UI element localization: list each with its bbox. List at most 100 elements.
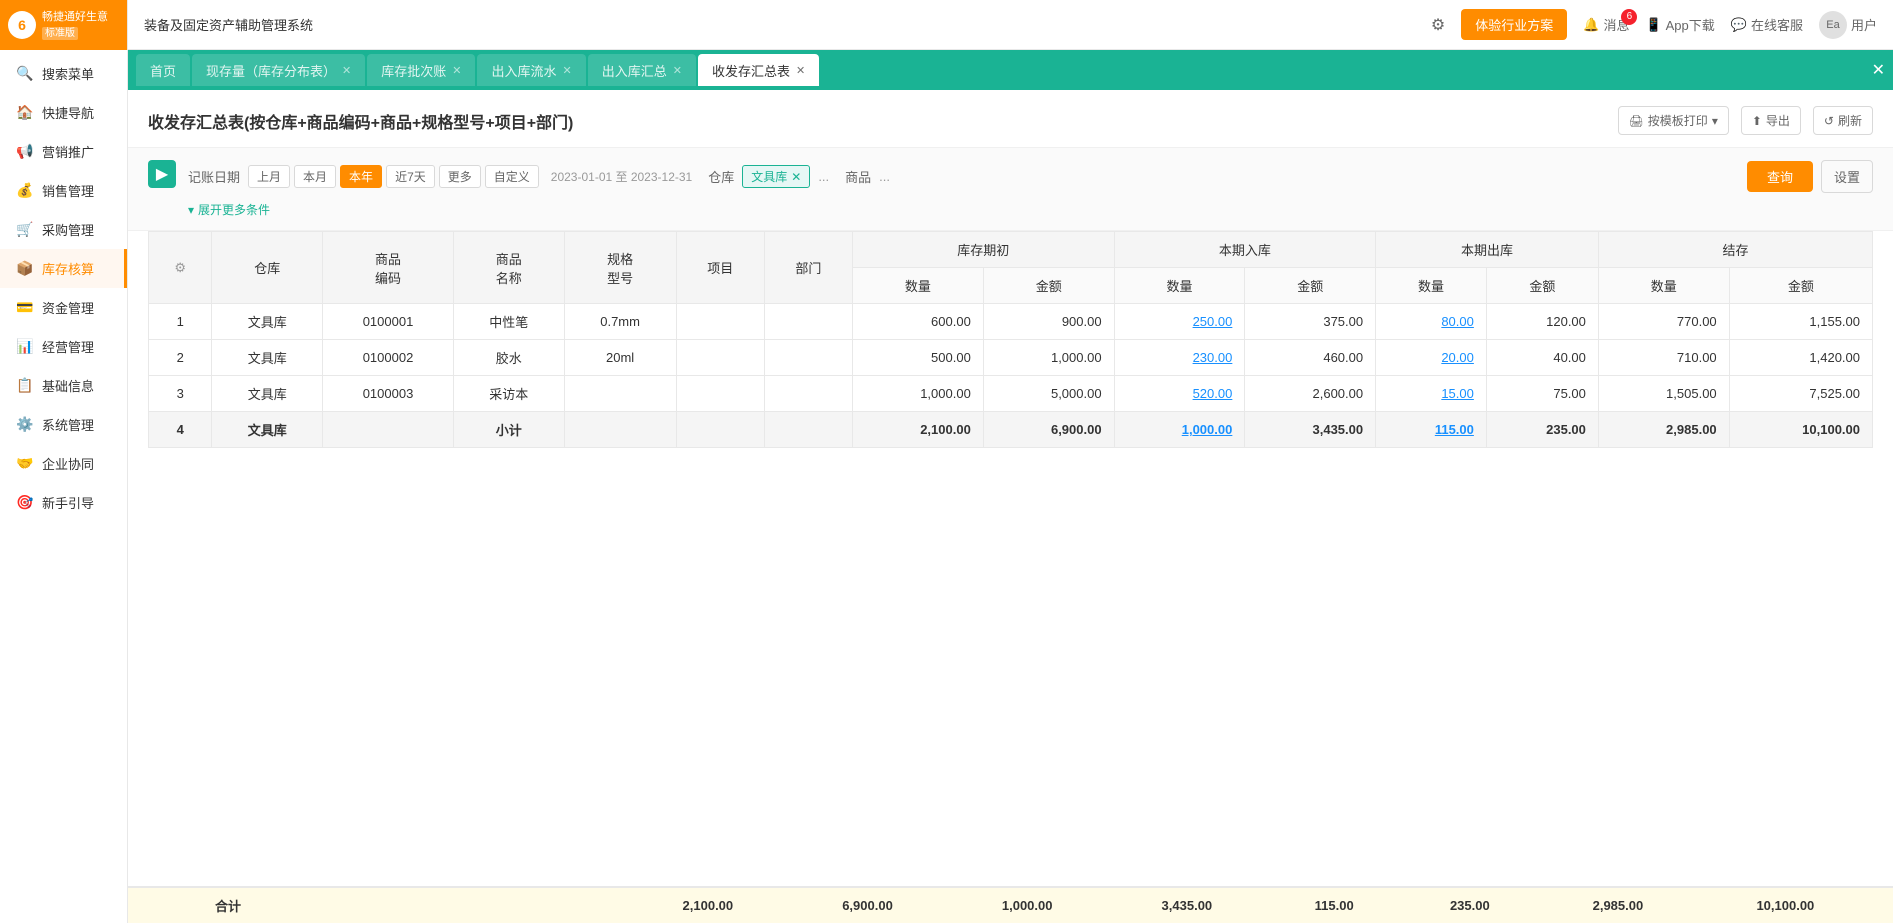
row-in-qty: 230.00	[1114, 340, 1245, 376]
expand-filter-button[interactable]: ▾ 展开更多条件	[188, 201, 1873, 218]
sidebar-item-inventory[interactable]: 📦 库存核算	[0, 249, 127, 288]
row-balance-qty: 770.00	[1598, 304, 1729, 340]
row-code: 0100002	[323, 340, 454, 376]
row-out-amt: 120.00	[1486, 304, 1598, 340]
warehouse-label: 仓库	[708, 167, 734, 186]
out-qty-link[interactable]: 80.00	[1441, 314, 1474, 329]
page-title: 收发存汇总表(按仓库+商品编码+商品+规格型号+项目+部门)	[148, 109, 573, 133]
tab-home[interactable]: 首页	[136, 54, 190, 86]
row-project	[676, 304, 764, 340]
col-settings-header: ⚙	[149, 232, 212, 304]
sidebar-item-label: 库存核算	[42, 259, 94, 278]
in-qty-link[interactable]: 230.00	[1193, 350, 1233, 365]
date-shortcut-上月[interactable]: 上月	[248, 165, 290, 188]
notification-button[interactable]: 🔔 消息 6	[1583, 15, 1629, 34]
date-shortcut-近7天[interactable]: 近7天	[386, 165, 435, 188]
date-shortcut-更多[interactable]: 更多	[439, 165, 481, 188]
total-in-amt: 3,435.00	[1107, 888, 1267, 923]
row-opening-amt: 5,000.00	[983, 376, 1114, 412]
sidebar-item-operation[interactable]: 📊经营管理	[0, 327, 127, 366]
row-out-qty: 20.00	[1376, 340, 1487, 376]
tab-close-stock-dist[interactable]: ✕	[342, 64, 351, 77]
settings-gear-button[interactable]: ⚙	[1431, 15, 1445, 35]
in-qty-link[interactable]: 250.00	[1193, 314, 1233, 329]
tab-inout-flow[interactable]: 出入库流水 ✕	[477, 54, 585, 86]
sidebar-item-purchase[interactable]: 🛒 采购管理	[0, 210, 127, 249]
date-filter: 记账日期 上月本月本年近7天更多自定义 2023-01-01 至 2023-12…	[188, 165, 692, 188]
col-spec-header: 规格型号	[564, 232, 676, 304]
out-qty-link[interactable]: 15.00	[1441, 386, 1474, 401]
sidebar-item-marketing[interactable]: 📢营销推广	[0, 132, 127, 171]
sidebar-item-label: 新手引导	[42, 493, 94, 512]
tab-inout-summary[interactable]: 出入库汇总 ✕	[588, 54, 696, 86]
tab-batch-account[interactable]: 库存批次账 ✕	[367, 54, 475, 86]
warehouse-tag-close-button[interactable]: ✕	[791, 170, 801, 184]
col-opening-header: 库存期初	[853, 232, 1115, 268]
row-no: 2	[149, 340, 212, 376]
in-qty-link[interactable]: 520.00	[1193, 386, 1233, 401]
app-download-label: App下载	[1666, 15, 1715, 34]
table-header-row: ⚙ 仓库 商品编码 商品名称 规格型号 项目 部门 库存期初 本期入库 本期出库…	[149, 232, 1873, 268]
template-print-button[interactable]: 🖨 按模板打印 ▾	[1618, 106, 1729, 135]
sidebar-item-quick-nav[interactable]: 🏠快捷导航	[0, 93, 127, 132]
trial-button[interactable]: 体验行业方案	[1461, 9, 1567, 40]
subtotal-in-qty-link[interactable]: 1,000.00	[1182, 422, 1233, 437]
row-name: 中性笔	[453, 304, 564, 340]
in-qty-header: 数量	[1114, 268, 1245, 304]
out-qty-link[interactable]: 20.00	[1441, 350, 1474, 365]
refresh-button[interactable]: ↺ 刷新	[1813, 106, 1873, 135]
row-in-amt: 2,600.00	[1245, 376, 1376, 412]
user-label: 用户	[1851, 15, 1877, 34]
date-shortcut-本月[interactable]: 本月	[294, 165, 336, 188]
row-name: 采访本	[453, 376, 564, 412]
subtotal-code	[323, 412, 454, 448]
subtotal-opening-amt: 6,900.00	[983, 412, 1114, 448]
inventory-icon: 📦	[16, 260, 34, 277]
row-name: 胶水	[453, 340, 564, 376]
tab-recv-send-summary[interactable]: 收发存汇总表 ✕	[698, 54, 819, 86]
tab-stock-dist[interactable]: 现存量（库存分布表） ✕	[192, 54, 365, 86]
row-warehouse: 文具库	[212, 376, 323, 412]
sidebar-item-enterprise[interactable]: 🤝企业协同	[0, 444, 127, 483]
sidebar-item-finance[interactable]: 💳资金管理	[0, 288, 127, 327]
tabs-close-all-button[interactable]: ✕	[1872, 60, 1885, 80]
sidebar-item-label: 营销推广	[42, 142, 94, 161]
sidebar-item-sales[interactable]: 💰销售管理	[0, 171, 127, 210]
purchase-icon: 🛒	[16, 221, 34, 238]
sidebar-item-search[interactable]: 🔍搜索菜单	[0, 54, 127, 93]
logo-icon: 6	[8, 11, 36, 39]
settings-button[interactable]: 设置	[1821, 160, 1873, 193]
row-out-amt: 40.00	[1486, 340, 1598, 376]
date-shortcut-本年[interactable]: 本年	[340, 165, 382, 188]
sidebar-item-label: 系统管理	[42, 415, 94, 434]
filter-toggle-button[interactable]: ▶	[148, 160, 176, 188]
tab-close-inout-flow[interactable]: ✕	[563, 64, 572, 77]
subtotal-balance-qty: 2,985.00	[1598, 412, 1729, 448]
tab-close-inout-summary[interactable]: ✕	[673, 64, 682, 77]
sidebar-item-guide[interactable]: 🎯新手引导	[0, 483, 127, 522]
sidebar-item-system[interactable]: ⚙️系统管理	[0, 405, 127, 444]
query-button[interactable]: 查询	[1747, 161, 1813, 192]
row-opening-amt: 900.00	[983, 304, 1114, 340]
online-service-button[interactable]: 💬 在线客服	[1731, 15, 1803, 34]
row-balance-qty: 710.00	[1598, 340, 1729, 376]
out-qty-header: 数量	[1376, 268, 1487, 304]
notification-badge: 6	[1621, 9, 1637, 25]
app-download-button[interactable]: 📱 App下载	[1645, 15, 1714, 34]
goods-input[interactable]: ...	[879, 169, 890, 184]
tab-close-recv-send-summary[interactable]: ✕	[796, 64, 805, 77]
export-button[interactable]: ⬆ 导出	[1741, 106, 1801, 135]
sidebar-item-basic-info[interactable]: 📋基础信息	[0, 366, 127, 405]
balance-amt-header: 金额	[1729, 268, 1872, 304]
avatar: Ea	[1819, 11, 1847, 39]
header-actions: ⚙ 体验行业方案 🔔 消息 6 📱 App下载 💬 在线客服 Ea 用户	[1431, 9, 1877, 40]
sidebar-item-label: 采购管理	[42, 220, 94, 239]
subtotal-out-qty-link[interactable]: 115.00	[1435, 422, 1474, 437]
warehouse-more-button[interactable]: ...	[818, 169, 829, 184]
table-settings-icon[interactable]: ⚙	[174, 260, 186, 275]
user-menu-button[interactable]: Ea 用户	[1819, 11, 1877, 39]
row-spec	[564, 376, 676, 412]
tab-close-batch-account[interactable]: ✕	[452, 64, 461, 77]
page-content: 收发存汇总表(按仓库+商品编码+商品+规格型号+项目+部门) 🖨 按模板打印 ▾…	[128, 90, 1893, 923]
date-shortcut-自定义[interactable]: 自定义	[485, 165, 539, 188]
